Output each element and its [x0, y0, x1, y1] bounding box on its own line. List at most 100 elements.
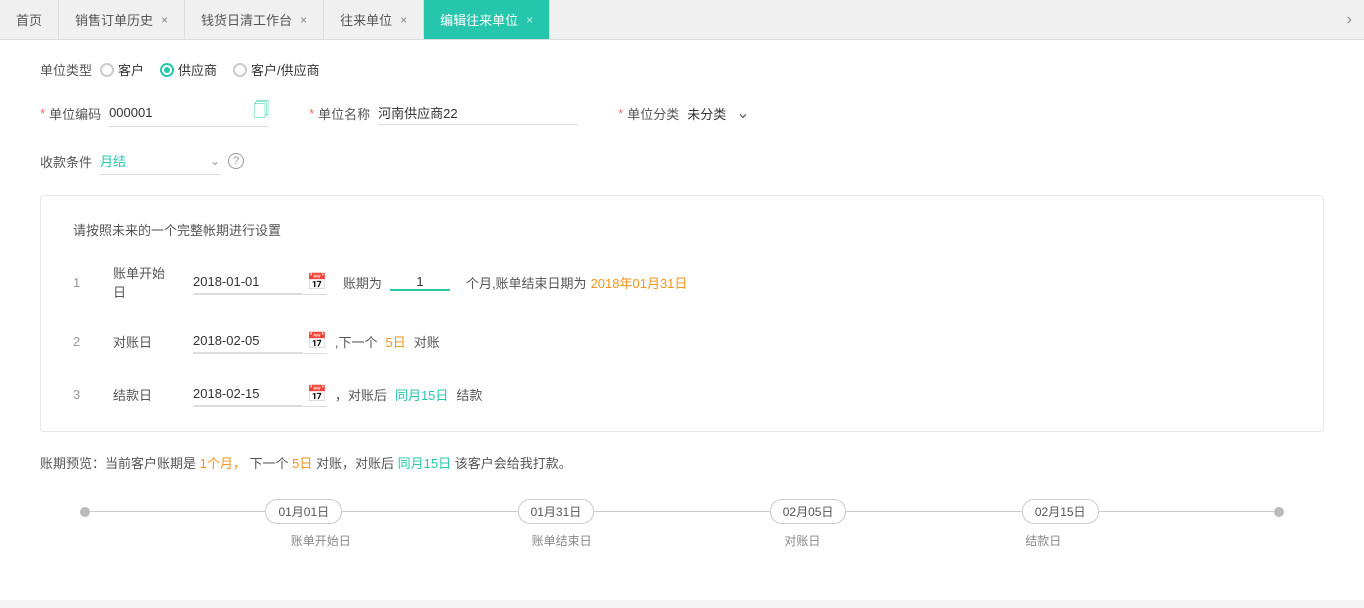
payment-terms-select[interactable]: 月结 ⌄	[100, 147, 220, 175]
payment-terms-row: 收款条件 月结 ⌄ ?	[40, 147, 1324, 175]
payment-highlight: 同月15日	[395, 385, 448, 404]
period-row-3: 3 结款日 📅 ，对账后 同月15日 结款	[73, 382, 1291, 407]
timeline-container: 01月01日 01月31日 02月05日 02月15日	[40, 499, 1324, 549]
period-num-2: 2	[73, 334, 97, 349]
timeline-start-dot	[80, 507, 90, 517]
unit-code-group: * 单位编码 🗍	[40, 99, 269, 127]
period-title: 请按照未来的一个完整帐期进行设置	[73, 220, 1291, 239]
period-end-date: 2018年01月31日	[591, 273, 688, 292]
tab-home[interactable]: 首页	[0, 0, 59, 39]
tab-edit-partner[interactable]: 编辑往来单位 ×	[424, 0, 550, 39]
preview-text: 账期预览：当前客户账期是 1个月， 下一个 5日 对账，对账后 同月15日 该客…	[40, 452, 1324, 475]
timeline-line-5	[1099, 511, 1274, 512]
period-month-label: 账期为	[343, 273, 382, 292]
radio-supplier[interactable]: 供应商	[160, 60, 217, 79]
payment-terms-label: 收款条件	[40, 152, 92, 171]
radio-circle-both	[233, 63, 247, 77]
radio-both[interactable]: 客户/供应商	[233, 60, 320, 79]
tab-sales-history[interactable]: 销售订单历史 ×	[59, 0, 185, 39]
unit-type-radio-group: 客户 供应商 客户/供应商	[100, 60, 320, 79]
help-icon[interactable]: ?	[228, 153, 244, 169]
tab-sales-history-label: 销售订单历史	[75, 10, 153, 29]
preview-text2: 下一个	[250, 456, 289, 471]
period-label-1: 账单开始日	[113, 263, 177, 301]
preview-highlight1: 1个月，	[200, 456, 246, 471]
close-icon[interactable]: ×	[526, 13, 533, 27]
timeline-point-3: 02月05日	[770, 499, 847, 524]
period-row-1: 1 账单开始日 📅 账期为 个月,账单结束日期为 2018年01月31日	[73, 263, 1291, 301]
chevron-down-icon: ⌄	[210, 154, 220, 168]
period-label-3: 结款日	[113, 385, 177, 404]
unit-name-input[interactable]	[378, 101, 578, 125]
reconcile-date-input-wrapper: 📅	[193, 329, 327, 354]
timeline-sublabels: 账单开始日 账单结束日 对账日 结款日	[80, 532, 1284, 549]
reconcile-desc-suffix: 对账	[414, 332, 440, 351]
calendar-icon-3[interactable]: 📅	[307, 384, 327, 404]
radio-label-customer: 客户	[118, 60, 144, 79]
payment-date-input[interactable]	[193, 382, 303, 406]
sublabel-1: 账单开始日	[291, 532, 351, 549]
payment-desc-suffix: 结款	[456, 385, 482, 404]
sublabel-2: 账单结束日	[532, 532, 592, 549]
period-num-1: 1	[73, 275, 97, 290]
sublabel-4: 结款日	[1025, 532, 1061, 549]
start-date-input-wrapper: 📅	[193, 270, 327, 295]
category-dropdown-icon[interactable]: ⌄	[736, 103, 749, 123]
unit-category-value: 未分类	[687, 104, 726, 123]
unit-code-input-wrapper: 🗍	[109, 99, 269, 127]
tab-partner-unit-label: 往来单位	[340, 10, 392, 29]
calendar-icon-2[interactable]: 📅	[307, 331, 327, 351]
unit-code-input[interactable]	[109, 101, 249, 124]
main-content: 单位类型 客户 供应商 客户/供应商 * 单位编码	[0, 40, 1364, 600]
timeline-line-3	[594, 511, 769, 512]
timeline-point-2: 01月31日	[518, 499, 595, 524]
tab-scroll-right[interactable]: ›	[1335, 0, 1364, 39]
timeline-line-2	[342, 511, 517, 512]
timeline-badge-2: 01月31日	[518, 499, 595, 524]
timeline-line-4	[846, 511, 1021, 512]
timeline: 01月01日 01月31日 02月05日 02月15日	[80, 499, 1284, 524]
required-star-cat: *	[618, 106, 623, 121]
payment-terms-group: 收款条件 月结 ⌄ ?	[40, 147, 244, 175]
copy-icon[interactable]: 🗍	[253, 99, 269, 126]
reconcile-desc-prefix: ,下一个	[335, 332, 378, 351]
unit-category-group: * 单位分类 未分类 ⌄	[618, 103, 750, 123]
preview-highlight2: 5日	[292, 456, 312, 471]
payment-terms-value: 月结	[100, 151, 206, 170]
period-row-2: 2 对账日 📅 ,下一个 5日 对账	[73, 329, 1291, 354]
reconcile-date-input[interactable]	[193, 329, 303, 353]
timeline-line-1	[90, 511, 265, 512]
required-star-name: *	[309, 106, 314, 121]
period-num-3: 3	[73, 387, 97, 402]
preview-prefix: 账期预览：当前客户账期是	[40, 456, 196, 471]
unit-type-row: 单位类型 客户 供应商 客户/供应商	[40, 60, 1324, 79]
preview-highlight3: 同月15日	[398, 456, 451, 471]
tab-partner-unit[interactable]: 往来单位 ×	[324, 0, 424, 39]
close-icon[interactable]: ×	[400, 13, 407, 27]
payment-desc-prefix: ，对账后	[335, 385, 387, 404]
timeline-point-4: 02月15日	[1022, 499, 1099, 524]
timeline-badge-3: 02月05日	[770, 499, 847, 524]
tab-home-label: 首页	[16, 10, 42, 29]
tab-cash-work[interactable]: 钱货日清工作台 ×	[185, 0, 324, 39]
tab-cash-work-label: 钱货日清工作台	[201, 10, 292, 29]
close-icon[interactable]: ×	[300, 13, 307, 27]
radio-customer[interactable]: 客户	[100, 60, 144, 79]
required-star-code: *	[40, 106, 45, 121]
month-input[interactable]	[390, 274, 450, 291]
tab-edit-partner-label: 编辑往来单位	[440, 10, 518, 29]
timeline-point-1: 01月01日	[265, 499, 342, 524]
period-setup-box: 请按照未来的一个完整帐期进行设置 1 账单开始日 📅 账期为 个月,账单结束日期…	[40, 195, 1324, 432]
unit-info-row: * 单位编码 🗍 * 单位名称 * 单位分类 未分类 ⌄	[40, 99, 1324, 127]
tab-bar: 首页 销售订单历史 × 钱货日清工作台 × 往来单位 × 编辑往来单位 × ›	[0, 0, 1364, 40]
period-label-2: 对账日	[113, 332, 177, 351]
reconcile-highlight: 5日	[386, 332, 406, 351]
unit-category-label: 单位分类	[627, 104, 679, 123]
calendar-icon-1[interactable]: 📅	[307, 272, 327, 292]
start-date-input[interactable]	[193, 270, 303, 294]
preview-suffix: 该客户会给我打款。	[455, 456, 572, 471]
radio-circle-supplier	[160, 63, 174, 77]
close-icon[interactable]: ×	[161, 13, 168, 27]
radio-label-supplier: 供应商	[178, 60, 217, 79]
unit-code-label: 单位编码	[49, 104, 101, 123]
